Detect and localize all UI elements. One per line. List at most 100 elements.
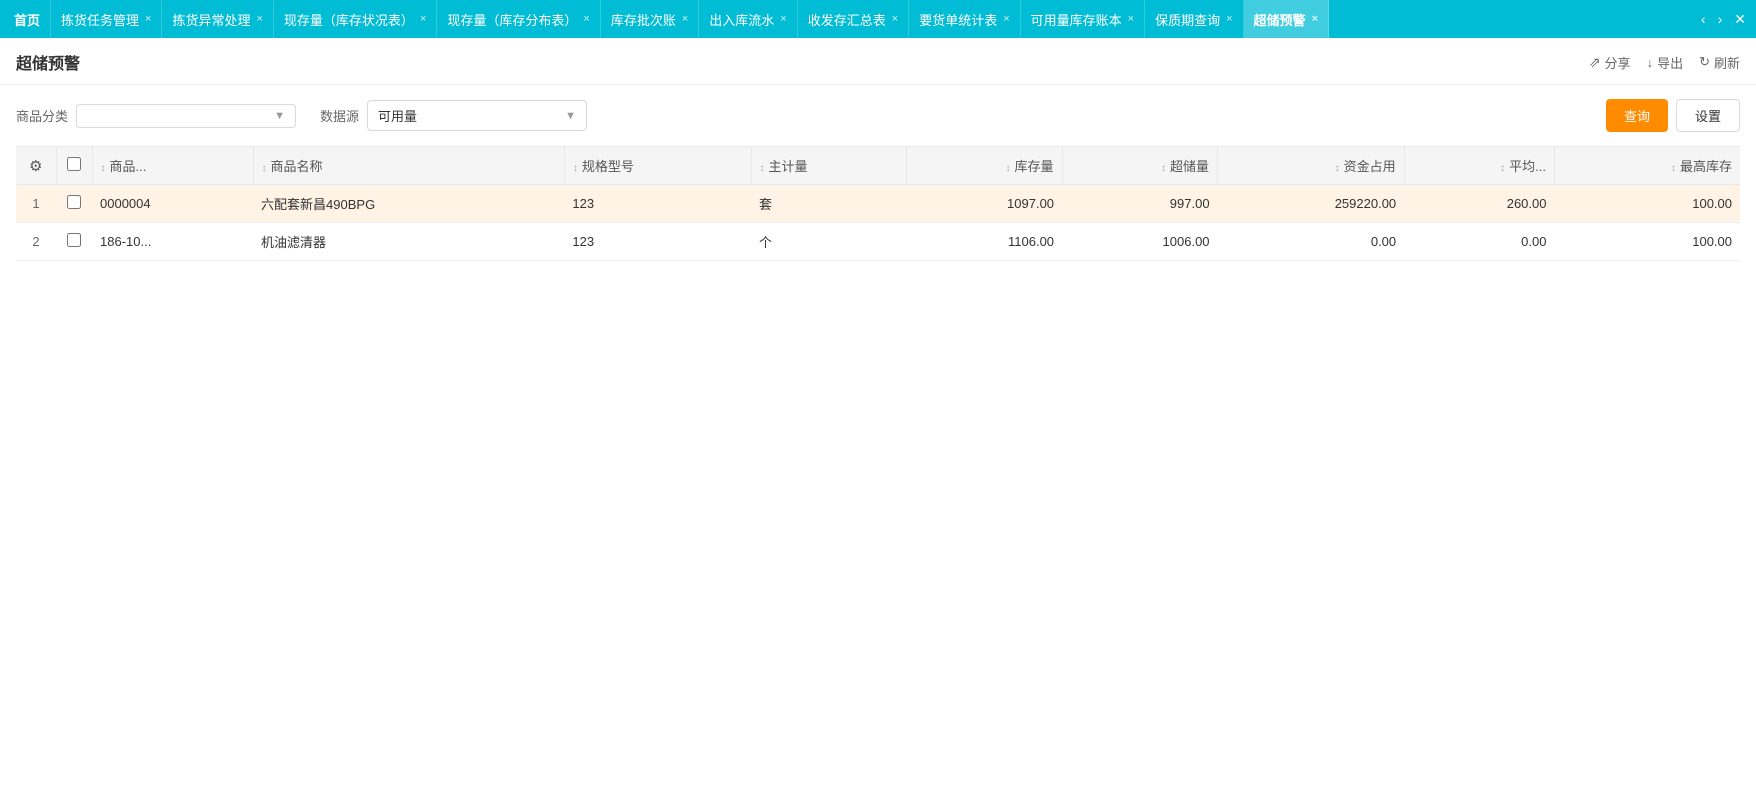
refresh-label: 刷新 [1714, 53, 1740, 72]
th-overstock[interactable]: ↕超储量 [1062, 147, 1218, 185]
th-stock-label: 库存量 [1015, 159, 1054, 174]
cell-stock-1: 1106.00 [907, 223, 1063, 261]
page-title: 超储预警 [16, 50, 80, 74]
header-actions: ⇗ 分享 ↓ 导出 ↻ 刷新 [1589, 53, 1740, 72]
nav-tab-label-10: 保质期查询 [1155, 10, 1220, 29]
th-stock[interactable]: ↕库存量 [907, 147, 1063, 185]
nav-tab-8[interactable]: 要货单统计表 × [909, 0, 1020, 38]
nav-tab-9[interactable]: 可用量库存账本× [1021, 0, 1145, 38]
nav-tab-label-11: 超储预警 [1254, 10, 1306, 29]
th-code-label: 商品... [110, 159, 147, 174]
th-name[interactable]: ↕商品名称 [253, 147, 564, 185]
nav-tab-label-8: 要货单统计表 [919, 10, 997, 29]
nav-tab-close-4[interactable]: × [583, 13, 589, 25]
share-action[interactable]: ⇗ 分享 [1589, 53, 1631, 72]
nav-tab-label-1: 拣货任务管理 [61, 10, 139, 29]
table-row: 10000004六配套新昌490BPG123套1097.00997.002592… [16, 185, 1740, 223]
nav-tab-2[interactable]: 拣货异常处理 × [162, 0, 273, 38]
page-header: 超储预警 ⇗ 分享 ↓ 导出 ↻ 刷新 [0, 38, 1756, 85]
datasource-label: 数据源 [320, 106, 359, 125]
nav-tab-1[interactable]: 拣货任务管理 × [51, 0, 162, 38]
nav-tab-7[interactable]: 收发存汇总表× [798, 0, 909, 38]
datasource-chevron-icon: ▼ [565, 110, 576, 122]
nav-tab-close-11[interactable]: × [1312, 13, 1318, 25]
th-spec-label: 规格型号 [582, 159, 634, 174]
share-icon: ⇗ [1589, 54, 1601, 71]
th-spec[interactable]: ↕规格型号 [564, 147, 751, 185]
cell-overstock-0: 997.00 [1062, 185, 1218, 223]
category-filter: 商品分类 ▼ [16, 104, 296, 128]
row-checkbox-1[interactable] [67, 233, 81, 247]
cell-code-0: 0000004 [92, 185, 253, 223]
nav-arrows: ‹ › ✕ [1695, 7, 1752, 32]
nav-tab-close-9[interactable]: × [1128, 13, 1134, 25]
nav-tab-label-2: 拣货异常处理 [172, 10, 250, 29]
nav-prev-button[interactable]: ‹ [1695, 7, 1712, 31]
nav-tab-label-3: 现存量（库存状况表） [284, 10, 414, 29]
cell-check-1[interactable] [56, 223, 92, 261]
th-max[interactable]: ↕最高库存 [1554, 147, 1740, 185]
category-label: 商品分类 [16, 106, 68, 125]
cell-stock-0: 1097.00 [907, 185, 1063, 223]
nav-tab-6[interactable]: 出入库流水 × [699, 0, 797, 38]
data-table: ⚙ ↕商品... ↕商品名称 ↕规格型号 ↕主计量 ↕库存量 ↕超储量 ↕资金占… [16, 146, 1740, 261]
table-row: 2186-10...机油滤清器123个1106.001006.000.000.0… [16, 223, 1740, 261]
query-button[interactable]: 查询 [1606, 99, 1668, 132]
nav-tab-close-10[interactable]: × [1226, 13, 1232, 25]
cell-index-1: 2 [16, 223, 56, 261]
nav-tab-label-6: 出入库流水 [709, 10, 774, 29]
th-unit[interactable]: ↕主计量 [751, 147, 907, 185]
th-settings[interactable]: ⚙ [16, 147, 56, 185]
cell-check-0[interactable] [56, 185, 92, 223]
row-checkbox-0[interactable] [67, 195, 81, 209]
export-action[interactable]: ↓ 导出 [1647, 53, 1684, 72]
nav-tab-close-6[interactable]: × [780, 13, 786, 25]
cell-overstock-1: 1006.00 [1062, 223, 1218, 261]
gear-icon: ⚙ [29, 158, 42, 175]
nav-tab-close-3[interactable]: × [420, 13, 426, 25]
nav-tab-5[interactable]: 库存批次账× [601, 0, 699, 38]
nav-tab-11[interactable]: 超储预警 × [1244, 0, 1329, 38]
refresh-action[interactable]: ↻ 刷新 [1699, 53, 1740, 72]
nav-next-button[interactable]: › [1712, 7, 1729, 31]
nav-tab-close-5[interactable]: × [682, 13, 688, 25]
th-overstock-label: 超储量 [1170, 159, 1209, 174]
share-label: 分享 [1605, 53, 1631, 72]
nav-tab-3[interactable]: 现存量（库存状况表） × [274, 0, 437, 38]
nav-tab-close-7[interactable]: × [892, 13, 898, 25]
th-capital-label: 资金占用 [1344, 159, 1396, 174]
cell-max-1: 100.00 [1554, 223, 1740, 261]
th-capital[interactable]: ↕资金占用 [1218, 147, 1405, 185]
cell-max-0: 100.00 [1554, 185, 1740, 223]
cell-spec-1: 123 [564, 223, 751, 261]
th-unit-label: 主计量 [769, 159, 808, 174]
refresh-icon: ↻ [1699, 54, 1710, 70]
settings-button[interactable]: 设置 [1676, 99, 1740, 132]
th-max-label: 最高库存 [1680, 159, 1732, 174]
cell-capital-1: 0.00 [1218, 223, 1405, 261]
cell-code-1: 186-10... [92, 223, 253, 261]
nav-tab-close-1[interactable]: × [145, 13, 151, 25]
th-code[interactable]: ↕商品... [92, 147, 253, 185]
cell-capital-0: 259220.00 [1218, 185, 1405, 223]
top-navigation: 首页拣货任务管理×拣货异常处理×现存量（库存状况表）×现存量（库存分布表）×库存… [0, 0, 1756, 38]
th-name-label: 商品名称 [271, 159, 323, 174]
datasource-select[interactable]: 可用量 ▼ [367, 100, 587, 131]
cell-name-0: 六配套新昌490BPG [253, 185, 564, 223]
nav-tab-label-0: 首页 [14, 10, 40, 29]
th-checkbox[interactable] [56, 147, 92, 185]
table-header-row: ⚙ ↕商品... ↕商品名称 ↕规格型号 ↕主计量 ↕库存量 ↕超储量 ↕资金占… [16, 147, 1740, 185]
select-all-checkbox[interactable] [67, 157, 81, 171]
nav-tab-4[interactable]: 现存量（库存分布表）× [437, 0, 600, 38]
category-select[interactable]: ▼ [76, 104, 296, 128]
nav-close-all-button[interactable]: ✕ [1728, 7, 1752, 32]
nav-tab-close-8[interactable]: × [1003, 13, 1009, 25]
cell-avg-1: 0.00 [1404, 223, 1554, 261]
category-chevron-icon: ▼ [274, 110, 285, 122]
nav-tab-0[interactable]: 首页 [4, 0, 51, 38]
th-avg[interactable]: ↕平均... [1404, 147, 1554, 185]
nav-tab-close-2[interactable]: × [256, 13, 262, 25]
cell-unit-1: 个 [751, 223, 907, 261]
cell-spec-0: 123 [564, 185, 751, 223]
nav-tab-10[interactable]: 保质期查询 × [1145, 0, 1243, 38]
